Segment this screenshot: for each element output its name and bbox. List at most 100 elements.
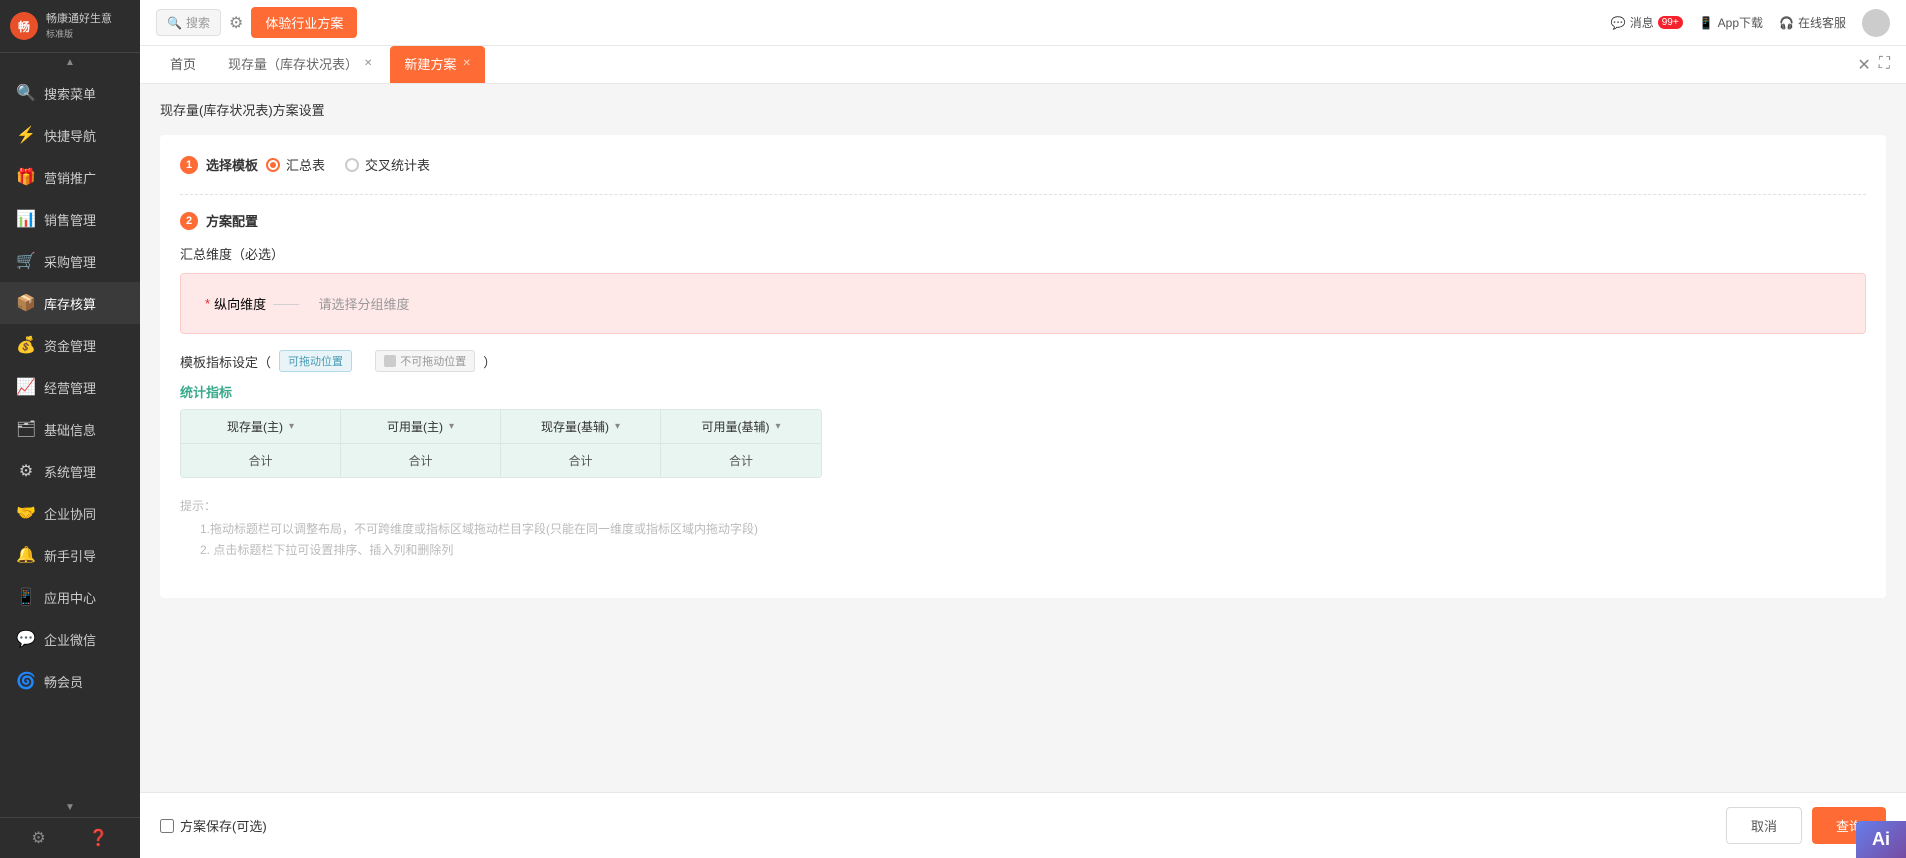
sidebar-item-marketing[interactable]: 🎁 营销推广 <box>0 156 140 198</box>
dimension-field-label: 纵向维度 <box>214 294 266 313</box>
template-settings-text-start: 模板指标设定（ <box>180 352 271 371</box>
chevron-down-icon: ▾ <box>615 421 620 432</box>
search-icon: 🔍 <box>167 16 182 30</box>
purchase-icon: 🛒 <box>16 251 36 271</box>
help-icon[interactable]: ❓ <box>89 828 109 848</box>
sidebar-item-finance[interactable]: 💰 资金管理 <box>0 324 140 366</box>
top-header: 🔍 搜索 ⚙ 体验行业方案 💬 消息 99+ 📱 App下载 🎧 在线客服 <box>140 0 1906 46</box>
sidebar-item-label: 采购管理 <box>44 252 96 271</box>
sidebar-item-basic[interactable]: 🗂 基础信息 <box>0 408 140 450</box>
sidebar-scroll-down[interactable]: ▼ <box>0 798 140 817</box>
message-icon: 💬 <box>1611 16 1626 30</box>
draggable-tag: 可拖动位置 <box>279 350 352 372</box>
section-divider-1 <box>180 194 1866 195</box>
search-icon: 🔍 <box>16 83 36 103</box>
tips-item-1: 1.拖动标题栏可以调整布局，不可跨维度或指标区域拖动栏目字段(只能在同一维度或指… <box>180 520 1866 537</box>
system-icon: ⚙ <box>16 461 36 481</box>
sidebar-item-inventory[interactable]: 📦 库存核算 <box>0 282 140 324</box>
chevron-down-icon: ▾ <box>449 421 454 432</box>
settings-icon[interactable]: ⚙ <box>31 828 45 848</box>
stats-col-2-body: 合计 <box>341 444 500 477</box>
sidebar-item-apps[interactable]: 📱 应用中心 <box>0 576 140 618</box>
tab-home[interactable]: 首页 <box>156 46 210 83</box>
tips-section: 提示： 1.拖动标题栏可以调整布局，不可跨维度或指标区域拖动栏目字段(只能在同一… <box>180 497 1866 558</box>
close-all-tabs-icon[interactable]: ✕ <box>1857 55 1870 75</box>
guide-icon: 🔔 <box>16 545 36 565</box>
sidebar-item-label: 资金管理 <box>44 336 96 355</box>
sidebar-item-guide[interactable]: 🔔 新手引导 <box>0 534 140 576</box>
sidebar-item-label: 畅会员 <box>44 672 83 691</box>
section-scheme-config: 2 方案配置 汇总维度（必选） * 纵向维度 —— 请选择分组维度 模板指标设定… <box>180 211 1866 558</box>
section-choose-template: 1 选择模板 汇总表 交叉统计表 <box>180 155 1866 174</box>
required-mark: * <box>205 296 210 311</box>
tab-new-scheme-label: 新建方案 <box>404 54 456 73</box>
header-right: 💬 消息 99+ 📱 App下载 🎧 在线客服 <box>1611 9 1890 37</box>
stats-col-1: 现存量(主) ▾ 合计 <box>181 410 341 477</box>
ai-badge[interactable]: Ai <box>1856 821 1906 858</box>
search-placeholder: 搜索 <box>186 14 210 31</box>
sidebar-item-operations[interactable]: 📈 经营管理 <box>0 366 140 408</box>
sidebar-item-sales[interactable]: 📊 销售管理 <box>0 198 140 240</box>
stats-col-2-header[interactable]: 可用量(主) ▾ <box>341 410 500 444</box>
sidebar-item-purchase[interactable]: 🛒 采购管理 <box>0 240 140 282</box>
user-avatar[interactable] <box>1862 9 1890 37</box>
messages-badge: 99+ <box>1658 16 1683 29</box>
messages-button[interactable]: 💬 消息 99+ <box>1611 14 1683 31</box>
stats-col-1-header[interactable]: 现存量(主) ▾ <box>181 410 340 444</box>
dimension-label: 汇总维度（必选） <box>180 244 1866 263</box>
stats-col-2: 可用量(主) ▾ 合计 <box>341 410 501 477</box>
not-draggable-tag: 不可拖动位置 <box>375 350 475 372</box>
header-left: 🔍 搜索 ⚙ 体验行业方案 <box>156 7 1603 38</box>
radio-summary[interactable]: 汇总表 <box>266 155 325 174</box>
sidebar-item-member[interactable]: 🌀 畅会员 <box>0 660 140 702</box>
basic-icon: 🗂 <box>16 419 36 439</box>
radio-cross-label: 交叉统计表 <box>365 155 430 174</box>
radio-summary-circle <box>266 158 280 172</box>
tab-new-scheme[interactable]: 新建方案 ✕ <box>390 46 484 83</box>
tab-close-inventory[interactable]: ✕ <box>364 58 372 69</box>
logo-text: 畅康通好生意 标准版 <box>46 12 112 39</box>
stats-col-3-header[interactable]: 现存量(基辅) ▾ <box>501 410 660 444</box>
agreement-icon: 🤝 <box>16 503 36 523</box>
sidebar-item-search[interactable]: 🔍 搜索菜单 <box>0 72 140 114</box>
sidebar-item-shortcut[interactable]: ⚡ 快捷导航 <box>0 114 140 156</box>
expand-icon[interactable]: ⛶ <box>1879 55 1890 75</box>
service-icon: 🎧 <box>1779 16 1794 30</box>
sidebar-item-label: 库存核算 <box>44 294 96 313</box>
sidebar-nav: 🔍 搜索菜单 ⚡ 快捷导航 🎁 营销推广 📊 销售管理 🛒 采购管理 📦 库存核… <box>0 72 140 798</box>
section1-number: 1 <box>180 156 198 174</box>
radio-cross[interactable]: 交叉统计表 <box>345 155 430 174</box>
sidebar-item-wechat[interactable]: 💬 企业微信 <box>0 618 140 660</box>
stats-table-header: 现存量(主) ▾ 合计 可用量(主) ▾ <box>181 410 821 477</box>
sidebar-scroll-up[interactable]: ▲ <box>0 53 140 72</box>
header-search[interactable]: 🔍 搜索 <box>156 9 221 36</box>
trial-button[interactable]: 体验行业方案 <box>251 7 357 38</box>
stats-col-4-header[interactable]: 可用量(基辅) ▾ <box>661 410 821 444</box>
section2-number: 2 <box>180 212 198 230</box>
chevron-down-icon: ▾ <box>289 421 294 432</box>
save-scheme-checkbox[interactable] <box>160 819 174 833</box>
dimension-box[interactable]: * 纵向维度 —— 请选择分组维度 <box>180 273 1866 334</box>
sidebar-item-label: 销售管理 <box>44 210 96 229</box>
gear-icon[interactable]: ⚙ <box>229 13 243 33</box>
bottom-left: 方案保存(可选) <box>160 816 267 835</box>
sidebar-item-label: 企业协同 <box>44 504 96 523</box>
chevron-down-icon: ▾ <box>775 421 780 432</box>
radio-cross-circle <box>345 158 359 172</box>
tips-item-2: 2. 点击标题栏下拉可设置排序、插入列和删除列 <box>180 541 1866 558</box>
stats-col-1-body: 合计 <box>181 444 340 477</box>
radio-summary-dot <box>270 162 276 168</box>
online-service-button[interactable]: 🎧 在线客服 <box>1779 14 1846 31</box>
tab-close-new-scheme[interactable]: ✕ <box>462 58 470 69</box>
sidebar-item-agreement[interactable]: 🤝 企业协同 <box>0 492 140 534</box>
app-download-button[interactable]: 📱 App下载 <box>1699 14 1763 31</box>
logo-icon: 畅 <box>10 12 38 40</box>
tab-inventory-status[interactable]: 现存量（库存状况表） ✕ <box>214 46 386 83</box>
sales-icon: 📊 <box>16 209 36 229</box>
content-area: 现存量(库存状况表)方案设置 1 选择模板 汇总表 <box>140 84 1906 792</box>
dimension-dash: —— <box>266 296 306 311</box>
cancel-button[interactable]: 取消 <box>1726 807 1802 844</box>
sidebar-item-label: 企业微信 <box>44 630 96 649</box>
sidebar-item-label: 应用中心 <box>44 588 96 607</box>
sidebar-item-system[interactable]: ⚙ 系统管理 <box>0 450 140 492</box>
